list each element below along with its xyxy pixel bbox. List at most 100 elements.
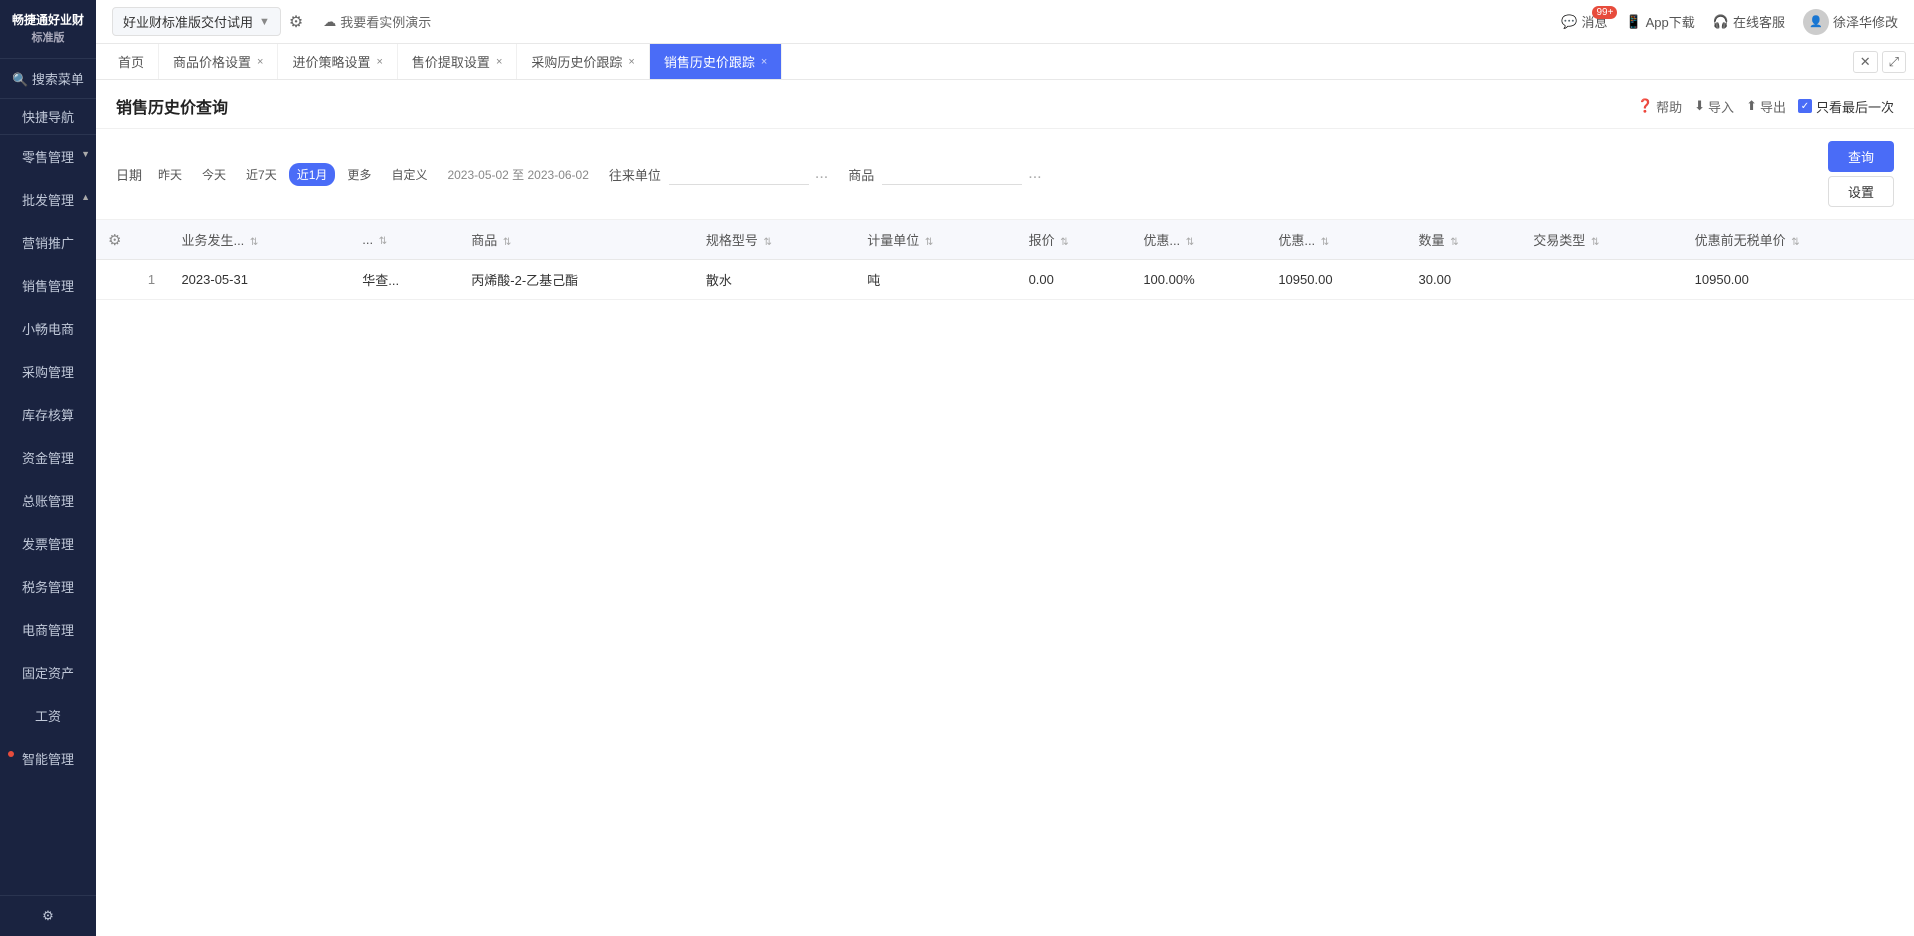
sort-price-icon: ⇅: [1060, 237, 1068, 248]
sidebar-item-ecommerce-small[interactable]: 小畅电商: [0, 307, 96, 350]
col-spec[interactable]: 规格型号 ⇅: [694, 220, 855, 260]
source-label: 往来单位: [609, 165, 661, 184]
app-download-button[interactable]: 📱 App下载: [1625, 12, 1694, 31]
col-trade-type[interactable]: 交易类型 ⇅: [1521, 220, 1682, 260]
topbar-right: 💬 消息 99+ 📱 App下载 🎧 在线客服 👤 徐泽华修改: [1561, 9, 1898, 35]
table-wrap: ⚙ 业务发生... ⇅ ... ⇅ 商品 ⇅: [96, 220, 1914, 300]
col-pretax-price[interactable]: 优惠前无税单价 ⇅: [1683, 220, 1914, 260]
date-btn-today[interactable]: 今天: [194, 163, 234, 186]
col-product-label: 商品: [471, 233, 497, 248]
table-row[interactable]: 1 2023-05-31 华查... 丙烯酸-2-乙基己酯 散水 吨 0.00 …: [96, 260, 1914, 300]
company-selector-label: 好业财标准版交付试用: [123, 12, 253, 31]
sort-product-icon: ⇅: [503, 237, 511, 248]
row-product-cell: 丙烯酸-2-乙基己酯: [459, 260, 694, 300]
date-btn-7days[interactable]: 近7天: [238, 163, 285, 186]
col-discount-val[interactable]: 优惠... ⇅: [1266, 220, 1406, 260]
message-button[interactable]: 💬 消息 99+: [1561, 12, 1607, 31]
sidebar-item-purchase[interactable]: 采购管理: [0, 350, 96, 393]
sort-unit-icon: ⇅: [925, 237, 933, 248]
sidebar-item-finance[interactable]: 资金管理: [0, 436, 96, 479]
col-trade-type-label: 交易类型: [1533, 233, 1585, 248]
tab-close-all[interactable]: ✕: [1853, 51, 1878, 73]
row-date-cell: 2023-05-31: [169, 260, 350, 300]
table-header-row: ⚙ 业务发生... ⇅ ... ⇅ 商品 ⇅: [96, 220, 1914, 260]
tab-close-purchase-strategy[interactable]: ×: [376, 56, 382, 68]
demo-link[interactable]: ☁ 我要看实例演示: [323, 12, 431, 31]
col-qty[interactable]: 数量 ⇅: [1407, 220, 1522, 260]
sidebar-item-wholesale[interactable]: 批发管理: [0, 178, 96, 221]
date-btn-1month[interactable]: 近1月: [289, 163, 336, 186]
cloud-icon: ☁: [323, 14, 336, 30]
import-link[interactable]: ⬇ 导入: [1694, 97, 1734, 116]
sidebar-quick-nav[interactable]: 快捷导航: [0, 99, 96, 135]
query-button[interactable]: 查询: [1828, 141, 1894, 172]
row-qty-cell: 30.00: [1407, 260, 1522, 300]
sort-spec-icon: ⇅: [764, 237, 772, 248]
product-input[interactable]: [882, 163, 1022, 185]
col-date[interactable]: 业务发生... ⇅: [169, 220, 350, 260]
row-discount-val-cell: 10950.00: [1266, 260, 1406, 300]
sidebar-item-ecom[interactable]: 电商管理: [0, 608, 96, 651]
tab-purchase-history[interactable]: 采购历史价跟踪 ×: [517, 44, 649, 80]
avatar: 👤: [1803, 9, 1829, 35]
search-icon: 🔍: [12, 72, 28, 87]
sidebar-item-salary[interactable]: 工资: [0, 694, 96, 737]
source-picker-dots[interactable]: ...: [815, 165, 828, 183]
page-actions: ❓ 帮助 ⬇ 导入 ⬆ 导出 只看最后一次: [1637, 97, 1894, 116]
setting-button[interactable]: 设置: [1828, 176, 1894, 207]
col-discount-pct[interactable]: 优惠... ⇅: [1131, 220, 1266, 260]
tab-price[interactable]: 商品价格设置 ×: [159, 44, 278, 80]
filter-bar: 日期 昨天 今天 近7天 近1月 更多 自定义 2023-05-02 至 202…: [96, 129, 1914, 220]
tab-close-sale-price[interactable]: ×: [496, 56, 502, 68]
sidebar-item-sales[interactable]: 销售管理: [0, 264, 96, 307]
product-picker-dots[interactable]: ...: [1028, 165, 1041, 183]
col-settings-icon[interactable]: ⚙: [108, 232, 121, 249]
col-price[interactable]: 报价 ⇅: [1017, 220, 1132, 260]
tab-sale-price[interactable]: 售价提取设置 ×: [398, 44, 517, 80]
help-link[interactable]: ❓ 帮助: [1637, 97, 1682, 116]
col-extra[interactable]: ... ⇅: [350, 220, 459, 260]
sidebar-item-ledger[interactable]: 总账管理: [0, 479, 96, 522]
user-menu[interactable]: 👤 徐泽华修改: [1803, 9, 1898, 35]
tab-close-purchase-history[interactable]: ×: [628, 56, 634, 68]
tab-purchase-strategy[interactable]: 进价策略设置 ×: [278, 44, 397, 80]
sidebar-search[interactable]: 🔍 搜索菜单: [0, 59, 96, 99]
sidebar: 畅捷通好业财 标准版 🔍 搜索菜单 快捷导航 零售管理 批发管理 营销推广 销售…: [0, 0, 96, 936]
only-last-checkbox[interactable]: [1798, 99, 1812, 113]
col-extra-label: ...: [362, 232, 373, 247]
company-selector[interactable]: 好业财标准版交付试用 ▼: [112, 7, 281, 36]
date-btn-custom[interactable]: 自定义: [383, 163, 435, 186]
sidebar-item-retail[interactable]: 零售管理: [0, 135, 96, 178]
online-service-button[interactable]: 🎧 在线客服: [1713, 12, 1785, 31]
sidebar-item-inventory[interactable]: 库存核算: [0, 393, 96, 436]
message-badge: 99+: [1592, 6, 1617, 19]
col-unit[interactable]: 计量单位 ⇅: [855, 220, 1016, 260]
row-discount-pct-cell: 100.00%: [1131, 260, 1266, 300]
only-last-checkbox-label[interactable]: 只看最后一次: [1798, 97, 1894, 116]
col-product[interactable]: 商品 ⇅: [459, 220, 694, 260]
date-label: 日期: [116, 165, 142, 184]
source-input-wrap: ...: [669, 163, 828, 185]
product-filter-group: 商品 ...: [848, 163, 1041, 185]
col-discount-pct-label: 优惠...: [1143, 233, 1180, 248]
tab-home[interactable]: 首页: [104, 44, 159, 80]
sidebar-item-smart[interactable]: 智能管理: [0, 737, 96, 780]
sidebar-item-tax[interactable]: 税务管理: [0, 565, 96, 608]
sidebar-item-assets[interactable]: 固定资产: [0, 651, 96, 694]
tab-close-price[interactable]: ×: [257, 56, 263, 68]
date-btn-yesterday[interactable]: 昨天: [150, 163, 190, 186]
date-btn-more[interactable]: 更多: [339, 163, 379, 186]
chevron-down-icon: ▼: [259, 16, 270, 28]
tab-sales-history[interactable]: 销售历史价跟踪 ×: [650, 44, 782, 80]
export-link[interactable]: ⬆ 导出: [1746, 97, 1786, 116]
tab-expand[interactable]: ⤢: [1882, 51, 1906, 73]
source-input[interactable]: [669, 163, 809, 185]
row-trade-type-cell: [1521, 260, 1682, 300]
sidebar-item-marketing[interactable]: 营销推广: [0, 221, 96, 264]
app-logo: 畅捷通好业财 标准版: [0, 0, 96, 59]
row-spec-cell: 散水: [694, 260, 855, 300]
sidebar-settings[interactable]: ⚙: [0, 895, 96, 936]
tab-close-sales-history[interactable]: ×: [761, 56, 767, 68]
sidebar-item-invoice[interactable]: 发票管理: [0, 522, 96, 565]
settings-gear-icon[interactable]: ⚙: [289, 12, 303, 32]
